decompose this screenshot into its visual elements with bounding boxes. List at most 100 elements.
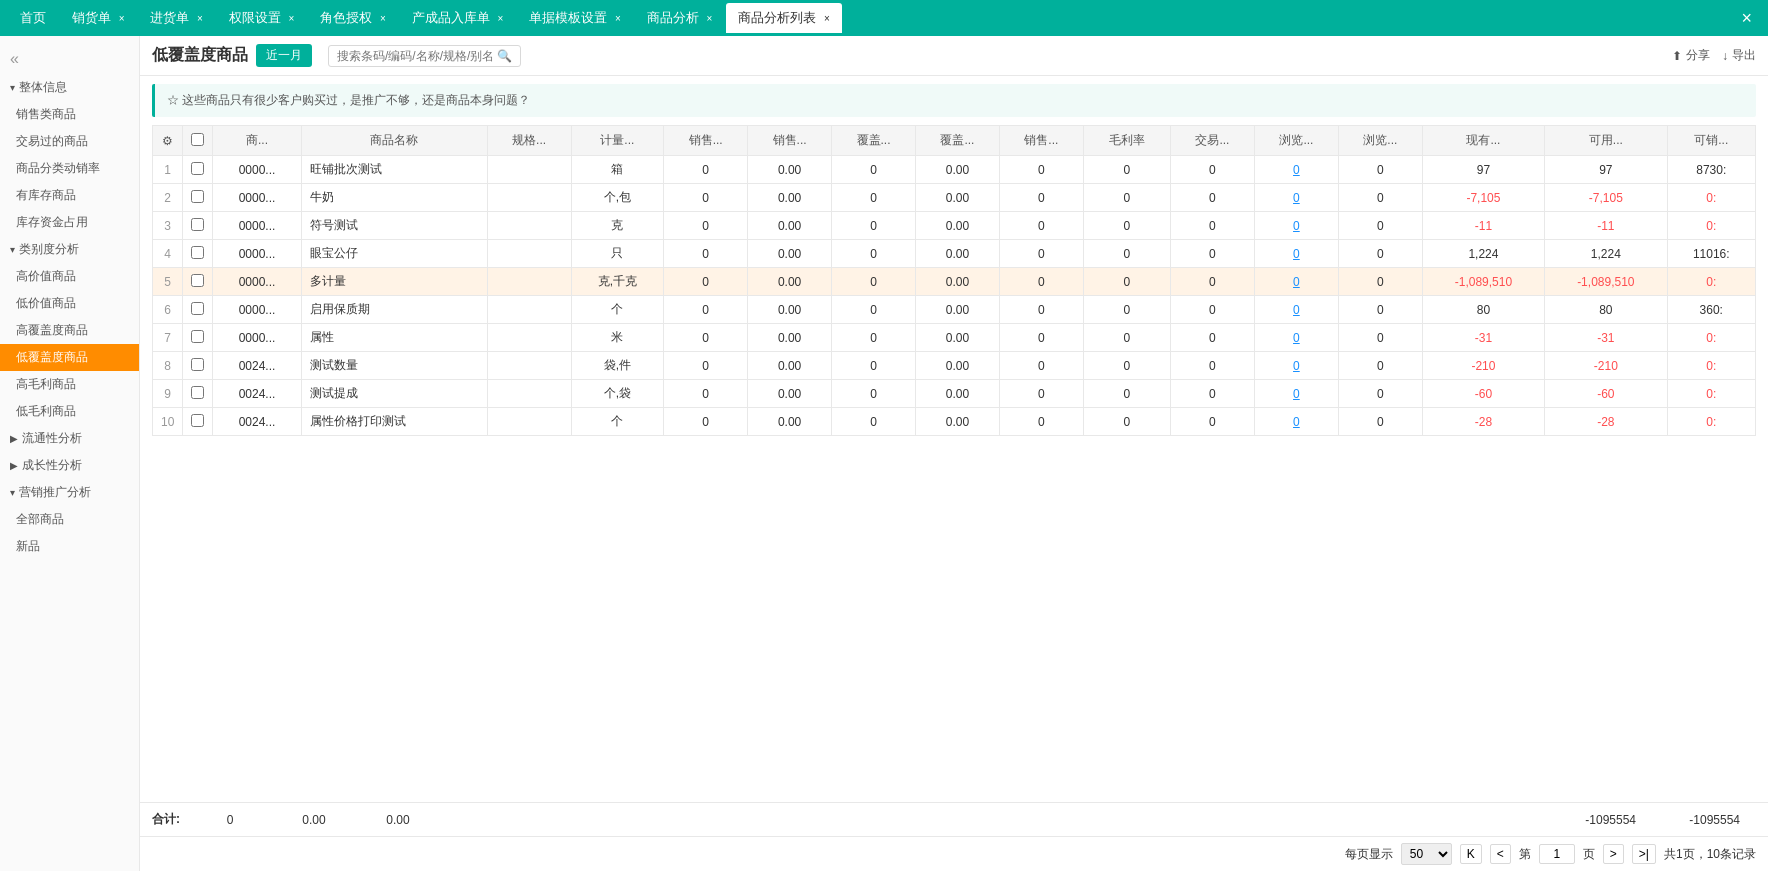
row-unit-4: 克,千克 — [571, 268, 664, 296]
row-browse-a-4[interactable]: 0 — [1254, 268, 1338, 296]
sidebar-item-high-value[interactable]: 高价值商品 — [0, 263, 139, 290]
row-cover-b-4: 0.00 — [915, 268, 999, 296]
row-checkbox-5[interactable] — [183, 296, 213, 324]
row-browse-a-3[interactable]: 0 — [1254, 240, 1338, 268]
nav-tab-purchase[interactable]: 进货单 × — [138, 3, 214, 33]
total-records-label: 共1页，10条记录 — [1664, 846, 1756, 863]
time-filter-button[interactable]: 近一月 — [256, 44, 312, 67]
row-sales-c-1: 0 — [999, 184, 1083, 212]
next-page-button[interactable]: > — [1603, 844, 1624, 864]
table-row: 6 0000... 启用保质期 个 0 0.00 0 0.00 0 0 0 0 … — [153, 296, 1756, 324]
row-settings-3[interactable]: 4 — [153, 240, 183, 268]
nav-tab-template[interactable]: 单据模板设置 × — [517, 3, 632, 33]
row-browse-a-5[interactable]: 0 — [1254, 296, 1338, 324]
sidebar-section-flow[interactable]: ▶ 流通性分析 — [0, 425, 139, 452]
content-area: 低覆盖度商品 近一月 🔍 ⬆ 分享 ↓ 导出 ☆ 这些商品只有很少客户购买过，是… — [140, 36, 1768, 871]
row-sales-c-5: 0 — [999, 296, 1083, 324]
sidebar-item-sales-goods[interactable]: 销售类商品 — [0, 101, 139, 128]
sidebar-item-low-margin[interactable]: 低毛利商品 — [0, 398, 139, 425]
sidebar-item-capital[interactable]: 库存资金占用 — [0, 209, 139, 236]
row-checkbox-7[interactable] — [183, 352, 213, 380]
nav-close-analysis[interactable]: × — [706, 13, 712, 24]
row-browse-b-3: 0 — [1338, 240, 1422, 268]
row-settings-4[interactable]: 5 — [153, 268, 183, 296]
row-checkbox-3[interactable] — [183, 240, 213, 268]
sidebar-item-low-coverage[interactable]: 低覆盖度商品 — [0, 344, 139, 371]
row-browse-a-1[interactable]: 0 — [1254, 184, 1338, 212]
sidebar-item-traded[interactable]: 交易过的商品 — [0, 128, 139, 155]
sidebar-section-overall[interactable]: ▾ 整体信息 — [0, 74, 139, 101]
row-name-7: 测试数量 — [301, 352, 487, 380]
row-sales-amt-4: 0.00 — [748, 268, 832, 296]
nav-tab-roles[interactable]: 角色授权 × — [308, 3, 397, 33]
row-browse-a-7[interactable]: 0 — [1254, 352, 1338, 380]
search-icon[interactable]: 🔍 — [497, 49, 512, 63]
nav-close-inventory[interactable]: × — [498, 13, 504, 24]
share-button[interactable]: ⬆ 分享 — [1672, 47, 1710, 64]
per-page-select[interactable]: 50 10 20 100 — [1401, 843, 1452, 865]
page-number-input[interactable] — [1539, 844, 1575, 864]
row-settings-5[interactable]: 6 — [153, 296, 183, 324]
row-settings-1[interactable]: 2 — [153, 184, 183, 212]
sidebar-collapse-button[interactable]: « — [10, 50, 19, 68]
sidebar-item-high-coverage[interactable]: 高覆盖度商品 — [0, 317, 139, 344]
row-cover-b-0: 0.00 — [915, 156, 999, 184]
row-settings-2[interactable]: 3 — [153, 212, 183, 240]
row-checkbox-0[interactable] — [183, 156, 213, 184]
nav-tab-home[interactable]: 首页 — [8, 3, 58, 33]
window-close-button[interactable]: × — [1733, 8, 1760, 29]
row-unit-7: 袋,件 — [571, 352, 664, 380]
export-button[interactable]: ↓ 导出 — [1722, 47, 1756, 64]
row-gross-rate-5: 0 — [1083, 296, 1170, 324]
row-browse-a-0[interactable]: 0 — [1254, 156, 1338, 184]
prev-page-button[interactable]: < — [1490, 844, 1511, 864]
row-browse-a-8[interactable]: 0 — [1254, 380, 1338, 408]
row-checkbox-9[interactable] — [183, 408, 213, 436]
nav-tab-analysis-list[interactable]: 商品分析列表 × — [726, 3, 841, 33]
nav-close-sales[interactable]: × — [119, 13, 125, 24]
row-settings-8[interactable]: 9 — [153, 380, 183, 408]
row-checkbox-1[interactable] — [183, 184, 213, 212]
nav-tab-analysis[interactable]: 商品分析 × — [635, 3, 724, 33]
row-checkbox-6[interactable] — [183, 324, 213, 352]
sidebar-section-growth[interactable]: ▶ 成长性分析 — [0, 452, 139, 479]
nav-close-analysis-list[interactable]: × — [824, 13, 830, 24]
row-sales-amt-8: 0.00 — [748, 380, 832, 408]
nav-tab-inventory[interactable]: 产成品入库单 × — [400, 3, 515, 33]
sidebar-item-in-stock[interactable]: 有库存商品 — [0, 182, 139, 209]
sidebar-item-all-goods[interactable]: 全部商品 — [0, 506, 139, 533]
export-icon: ↓ — [1722, 49, 1728, 63]
section-arrow-marketing: ▾ — [10, 487, 15, 498]
col-checkbox[interactable] — [183, 126, 213, 156]
nav-close-roles[interactable]: × — [380, 13, 386, 24]
sidebar-item-high-margin[interactable]: 高毛利商品 — [0, 371, 139, 398]
sidebar-section-marketing[interactable]: ▾ 营销推广分析 — [0, 479, 139, 506]
col-settings[interactable]: ⚙ — [153, 126, 183, 156]
nav-close-purchase[interactable]: × — [197, 13, 203, 24]
sidebar-section-category[interactable]: ▾ 类别度分析 — [0, 236, 139, 263]
sidebar-item-new-goods[interactable]: 新品 — [0, 533, 139, 560]
row-browse-a-6[interactable]: 0 — [1254, 324, 1338, 352]
nav-tab-permissions[interactable]: 权限设置 × — [217, 3, 306, 33]
search-box: 🔍 — [328, 45, 521, 67]
row-settings-6[interactable]: 7 — [153, 324, 183, 352]
sidebar-item-category-rate[interactable]: 商品分类动销率 — [0, 155, 139, 182]
last-page-button[interactable]: >| — [1632, 844, 1656, 864]
nav-close-permissions[interactable]: × — [289, 13, 295, 24]
row-browse-a-2[interactable]: 0 — [1254, 212, 1338, 240]
nav-tab-sales[interactable]: 销货单 × — [60, 3, 136, 33]
table-row: 5 0000... 多计量 克,千克 0 0.00 0 0.00 0 0 0 0… — [153, 268, 1756, 296]
select-all-checkbox[interactable] — [191, 133, 204, 146]
nav-close-template[interactable]: × — [615, 13, 621, 24]
first-page-button[interactable]: K — [1460, 844, 1482, 864]
row-settings-0[interactable]: 1 — [153, 156, 183, 184]
row-settings-7[interactable]: 8 — [153, 352, 183, 380]
row-available-9: -28 — [1545, 408, 1667, 436]
sidebar-item-low-value[interactable]: 低价值商品 — [0, 290, 139, 317]
row-browse-a-9[interactable]: 0 — [1254, 408, 1338, 436]
row-settings-9[interactable]: 10 — [153, 408, 183, 436]
search-input[interactable] — [337, 49, 497, 63]
row-checkbox-8[interactable] — [183, 380, 213, 408]
row-checkbox-4[interactable] — [183, 268, 213, 296]
row-checkbox-2[interactable] — [183, 212, 213, 240]
